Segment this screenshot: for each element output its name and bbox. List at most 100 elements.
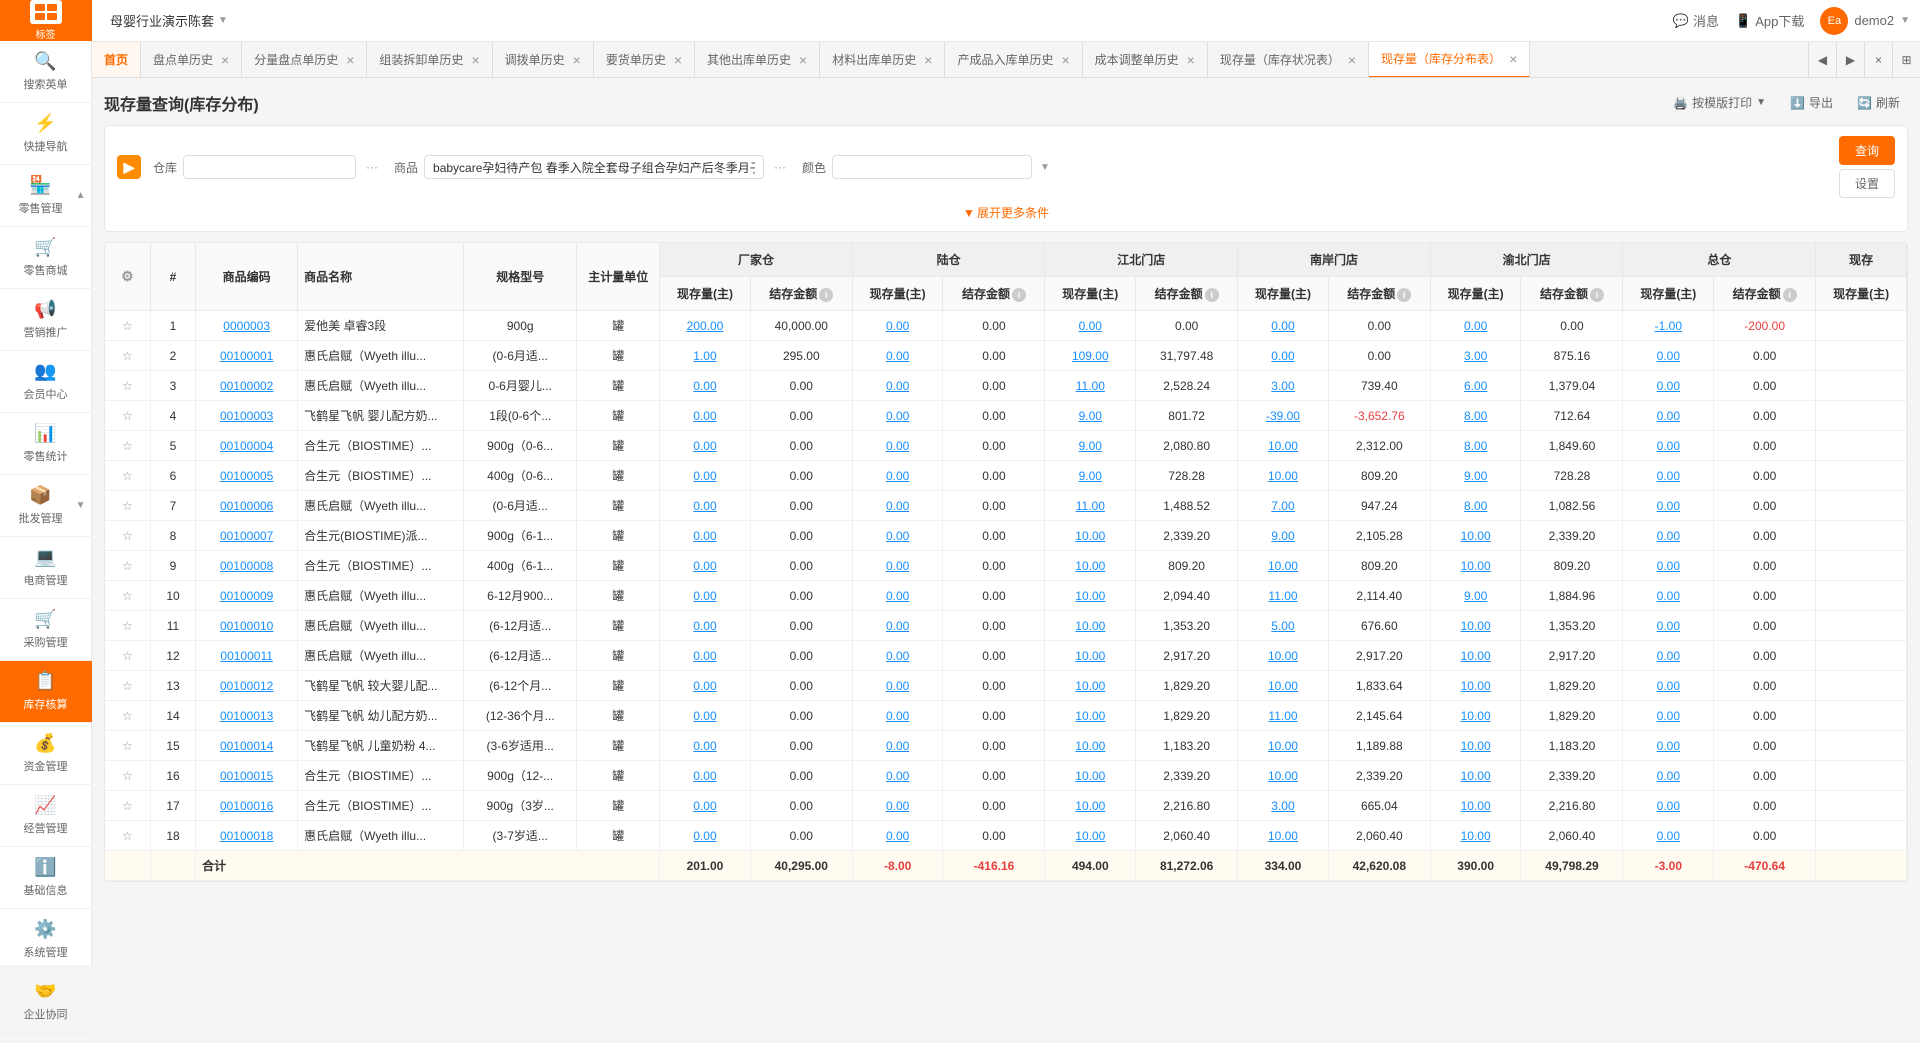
row-f-stock-6[interactable]: 0.00 (660, 491, 751, 521)
row-t-stock-13[interactable]: 0.00 (1623, 701, 1714, 731)
tab-transfer[interactable]: 调拨单历史 × (493, 42, 594, 78)
row-code-9[interactable]: 00100009 (196, 581, 298, 611)
row-t-stock-3[interactable]: 0.00 (1623, 401, 1714, 431)
row-f-stock-9[interactable]: 0.00 (660, 581, 751, 611)
row-code-12[interactable]: 00100012 (196, 671, 298, 701)
tab-product-in[interactable]: 产成品入库单历史 × (945, 42, 1082, 78)
row-jb-stock-9[interactable]: 10.00 (1045, 581, 1136, 611)
info-icon-4[interactable]: i (1397, 288, 1411, 302)
row-code-5[interactable]: 00100005 (196, 461, 298, 491)
row-gear-8[interactable]: ☆ (105, 551, 150, 581)
row-jb-stock-13[interactable]: 10.00 (1045, 701, 1136, 731)
info-icon-3[interactable]: i (1205, 288, 1219, 302)
row-f-stock-12[interactable]: 0.00 (660, 671, 751, 701)
refresh-btn[interactable]: 🔄 刷新 (1849, 90, 1908, 115)
row-yb-stock-0[interactable]: 0.00 (1430, 311, 1521, 341)
row-f-stock-5[interactable]: 0.00 (660, 461, 751, 491)
row-t-stock-14[interactable]: 0.00 (1623, 731, 1714, 761)
goods-input[interactable] (424, 155, 764, 179)
row-yb-stock-13[interactable]: 10.00 (1430, 701, 1521, 731)
tab-close-all-btn[interactable]: × (1864, 42, 1892, 78)
sidebar-item-finance[interactable]: 💰 资金管理 (0, 723, 92, 785)
row-t-stock-2[interactable]: 0.00 (1623, 371, 1714, 401)
row-jb-stock-1[interactable]: 109.00 (1045, 341, 1136, 371)
row-yb-stock-11[interactable]: 10.00 (1430, 641, 1521, 671)
tab-requisition[interactable]: 要货单历史 × (594, 42, 695, 78)
row-jb-stock-6[interactable]: 11.00 (1045, 491, 1136, 521)
row-yb-stock-9[interactable]: 9.00 (1430, 581, 1521, 611)
color-input[interactable] (832, 155, 1032, 179)
row-t-stock-12[interactable]: 0.00 (1623, 671, 1714, 701)
sidebar-item-operation[interactable]: 📈 经营管理 (0, 785, 92, 847)
row-jb-stock-12[interactable]: 10.00 (1045, 671, 1136, 701)
row-na-stock-17[interactable]: 10.00 (1238, 821, 1329, 851)
row-f-stock-10[interactable]: 0.00 (660, 611, 751, 641)
row-jb-stock-7[interactable]: 10.00 (1045, 521, 1136, 551)
row-jb-stock-17[interactable]: 10.00 (1045, 821, 1136, 851)
row-na-stock-4[interactable]: 10.00 (1238, 431, 1329, 461)
nav-dropdown[interactable]: 母婴行业演示陈套 ▼ (102, 7, 236, 34)
setting-button[interactable]: 设置 (1839, 169, 1895, 198)
tab-product-in-close[interactable]: × (1061, 52, 1069, 68)
row-f-stock-17[interactable]: 0.00 (660, 821, 751, 851)
tab-score-stocktake-close[interactable]: × (346, 52, 354, 68)
row-t-stock-9[interactable]: 0.00 (1623, 581, 1714, 611)
tab-group-disassemble-close[interactable]: × (471, 52, 479, 68)
gear-icon[interactable]: ⚙ (121, 268, 134, 284)
sidebar-item-inventory[interactable]: 📋 库存核算 (0, 661, 92, 723)
row-l-stock-5[interactable]: 0.00 (852, 461, 943, 491)
tab-stock-status[interactable]: 现存量（库存状况表） × (1208, 42, 1369, 78)
row-yb-stock-7[interactable]: 10.00 (1430, 521, 1521, 551)
row-jb-stock-4[interactable]: 9.00 (1045, 431, 1136, 461)
row-jb-stock-16[interactable]: 10.00 (1045, 791, 1136, 821)
warehouse-input[interactable] (183, 155, 356, 179)
app-download-btn[interactable]: 📱 App下载 (1735, 11, 1804, 30)
tab-stocktake-close[interactable]: × (221, 52, 229, 68)
sidebar-item-retail-stat[interactable]: 📊 零售统计 (0, 413, 92, 475)
tab-home[interactable]: 首页 (92, 42, 141, 78)
row-l-stock-3[interactable]: 0.00 (852, 401, 943, 431)
tab-group-disassemble[interactable]: 组装拆卸单历史 × (367, 42, 492, 78)
row-jb-stock-15[interactable]: 10.00 (1045, 761, 1136, 791)
tab-other-out[interactable]: 其他出库单历史 × (695, 42, 820, 78)
row-na-stock-2[interactable]: 3.00 (1238, 371, 1329, 401)
tab-score-stocktake[interactable]: 分量盘点单历史 × (242, 42, 367, 78)
row-gear-1[interactable]: ☆ (105, 341, 150, 371)
row-code-1[interactable]: 00100001 (196, 341, 298, 371)
print-btn[interactable]: 🖨️ 按模版打印 ▼ (1665, 90, 1774, 115)
row-jb-stock-5[interactable]: 9.00 (1045, 461, 1136, 491)
row-f-stock-8[interactable]: 0.00 (660, 551, 751, 581)
row-l-stock-9[interactable]: 0.00 (852, 581, 943, 611)
tab-stock-dist-close[interactable]: × (1509, 51, 1517, 67)
row-na-stock-15[interactable]: 10.00 (1238, 761, 1329, 791)
row-yb-stock-15[interactable]: 10.00 (1430, 761, 1521, 791)
row-l-stock-17[interactable]: 0.00 (852, 821, 943, 851)
row-yb-stock-8[interactable]: 10.00 (1430, 551, 1521, 581)
row-code-0[interactable]: 0000003 (196, 311, 298, 341)
row-code-3[interactable]: 00100003 (196, 401, 298, 431)
row-gear-4[interactable]: ☆ (105, 431, 150, 461)
row-gear-9[interactable]: ☆ (105, 581, 150, 611)
filter-toggle-btn[interactable]: ▶ (117, 155, 141, 179)
row-f-stock-1[interactable]: 1.00 (660, 341, 751, 371)
row-l-stock-14[interactable]: 0.00 (852, 731, 943, 761)
warehouse-dots[interactable]: ··· (362, 156, 382, 178)
row-code-10[interactable]: 00100010 (196, 611, 298, 641)
row-l-stock-4[interactable]: 0.00 (852, 431, 943, 461)
row-l-stock-1[interactable]: 0.00 (852, 341, 943, 371)
tab-cost-adjust[interactable]: 成本调整单历史 × (1083, 42, 1208, 78)
tab-requisition-close[interactable]: × (674, 52, 682, 68)
row-t-stock-17[interactable]: 0.00 (1623, 821, 1714, 851)
row-code-6[interactable]: 00100006 (196, 491, 298, 521)
row-yb-stock-5[interactable]: 9.00 (1430, 461, 1521, 491)
row-code-16[interactable]: 00100016 (196, 791, 298, 821)
row-f-stock-0[interactable]: 200.00 (660, 311, 751, 341)
row-code-17[interactable]: 00100018 (196, 821, 298, 851)
sidebar-item-marketing[interactable]: 📢 营销推广 (0, 289, 92, 351)
row-gear-10[interactable]: ☆ (105, 611, 150, 641)
row-f-stock-3[interactable]: 0.00 (660, 401, 751, 431)
row-t-stock-10[interactable]: 0.00 (1623, 611, 1714, 641)
row-yb-stock-10[interactable]: 10.00 (1430, 611, 1521, 641)
tab-transfer-close[interactable]: × (573, 52, 581, 68)
row-jb-stock-10[interactable]: 10.00 (1045, 611, 1136, 641)
